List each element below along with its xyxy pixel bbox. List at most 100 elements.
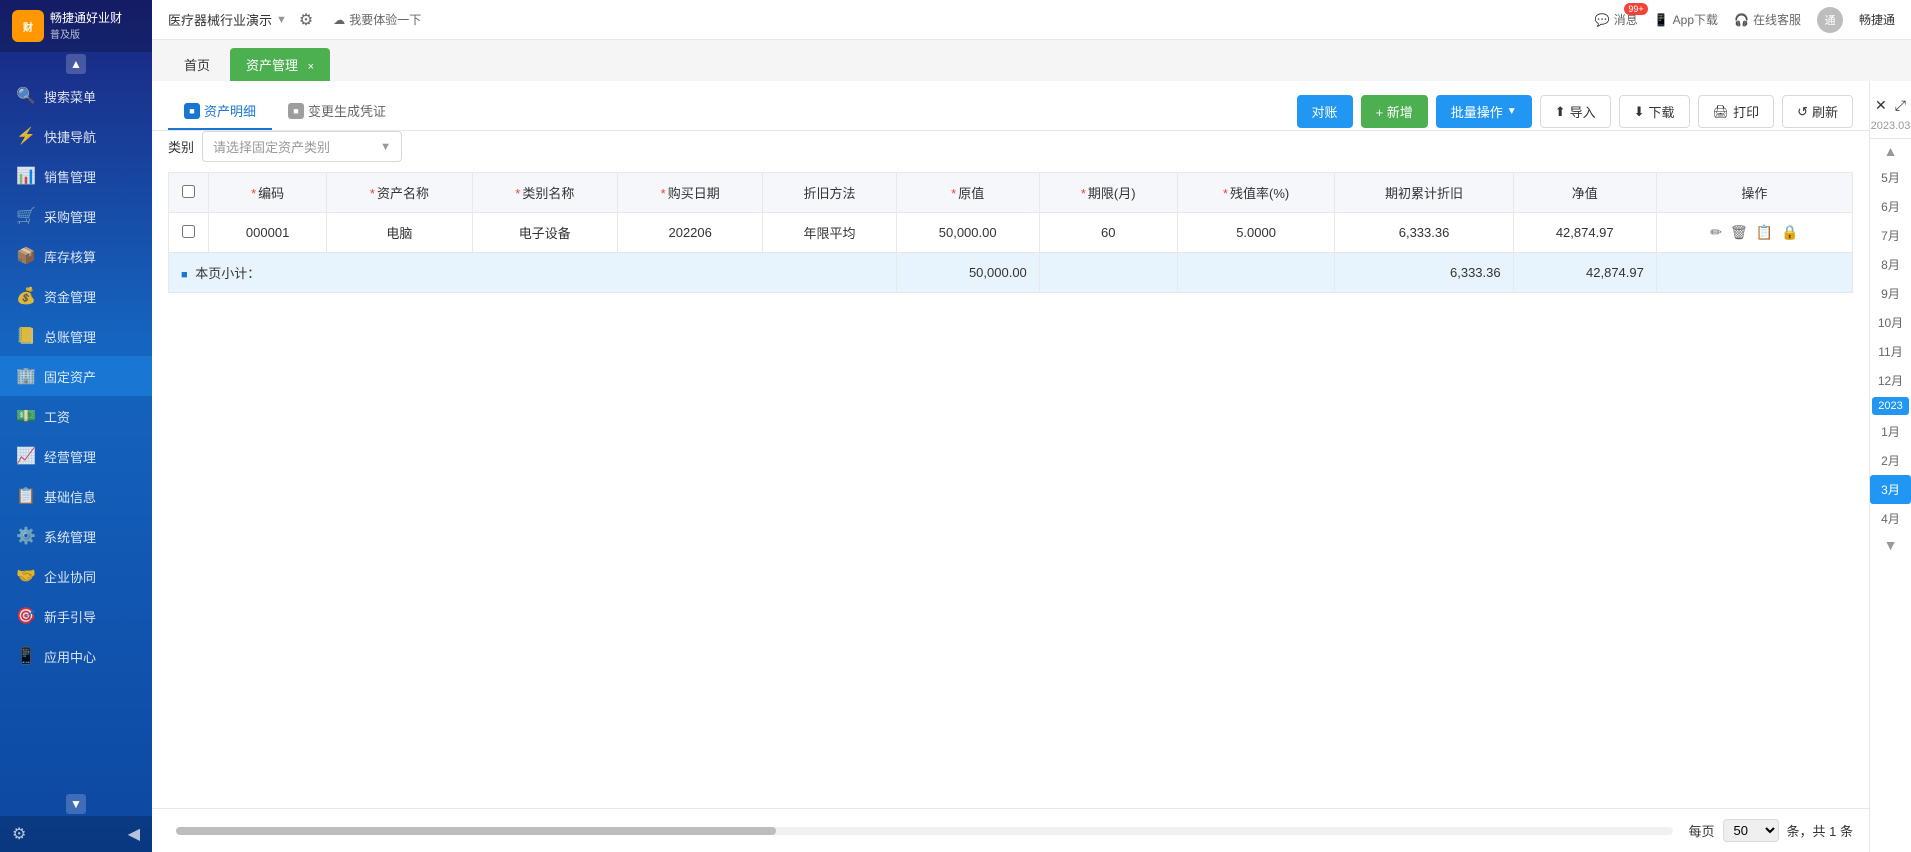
rp-month-10[interactable]: 10月 <box>1870 308 1911 337</box>
cell-original: 50,000.00 <box>896 213 1039 253</box>
quicknav-icon: ⚡ <box>16 126 36 146</box>
sidebar-item-fixed[interactable]: 🏢 固定资产 <box>0 356 152 396</box>
rp-scroll-up-icon[interactable]: ▲ <box>1880 139 1902 163</box>
th-residual-rate: *残值率(%) <box>1177 173 1335 213</box>
page-size-select[interactable]: 50 10 20 100 <box>1723 819 1779 842</box>
message-icon: 💬 <box>1595 13 1610 27</box>
sidebar-item-appstore[interactable]: 📱 应用中心 <box>0 636 152 676</box>
sidebar-item-sales[interactable]: 📊 销售管理 <box>0 156 152 196</box>
toolbar-right: 对账 + 新增 批量操作 ▼ ⬆ 导入 ⬇ 下载 🖨 <box>1297 95 1853 128</box>
subtab-asset-detail[interactable]: ■ 资产明细 <box>168 93 272 130</box>
delete-icon[interactable]: 🗑 <box>1730 224 1748 241</box>
sidebar-item-inventory[interactable]: 📦 库存核算 <box>0 236 152 276</box>
right-panel: ✕ ⤢ 2023.03 ▲ 5月 6月 7月 8月 9月 10月 11月 12月… <box>1869 81 1911 852</box>
sidebar-item-system[interactable]: ⚙️ 系统管理 <box>0 516 152 556</box>
rp-month-3[interactable]: 3月 <box>1870 475 1911 504</box>
logo-icon: 财 <box>12 10 44 42</box>
sidebar-item-ledger[interactable]: 📒 总账管理 <box>0 316 152 356</box>
tab-close-icon[interactable]: × <box>308 61 314 73</box>
message-button[interactable]: 💬 消息 99+ <box>1595 11 1638 28</box>
category-select[interactable]: 请选择固定资产类别 ▼ <box>202 131 402 162</box>
sidebar-item-search[interactable]: 🔍 搜索菜单 <box>0 76 152 116</box>
cell-net-value: 42,874.97 <box>1513 213 1656 253</box>
cell-name: 电脑 <box>327 213 472 253</box>
topbar-settings-icon[interactable]: ⚙ <box>299 10 313 30</box>
rp-month-11[interactable]: 11月 <box>1870 337 1911 366</box>
sidebar-item-basic[interactable]: 📋 基础信息 <box>0 476 152 516</box>
rp-month-5[interactable]: 5月 <box>1870 163 1911 192</box>
collapse-icon[interactable]: ◀ <box>128 824 140 844</box>
th-code: *编码 <box>209 173 327 213</box>
cell-action: ✏ 🗑 📋 🔒 <box>1656 213 1852 253</box>
right-panel-year-label: 2023.03 <box>1871 120 1911 132</box>
right-panel-expand-icon[interactable]: ⤢ <box>1893 95 1908 116</box>
tab-assets[interactable]: 资产管理 × <box>230 48 330 81</box>
rp-month-2[interactable]: 2月 <box>1870 446 1911 475</box>
total-count: 条，共 1 条 <box>1787 821 1853 840</box>
service-icon: 🎧 <box>1734 13 1749 27</box>
rp-month-4[interactable]: 4月 <box>1870 504 1911 533</box>
th-action: 操作 <box>1656 173 1852 213</box>
rp-month-8[interactable]: 8月 <box>1870 250 1911 279</box>
operation-icon: 📈 <box>16 446 36 466</box>
download-button[interactable]: ⬇ 下载 <box>1619 95 1690 128</box>
th-checkbox <box>169 173 209 213</box>
refresh-button[interactable]: ↺ 刷新 <box>1782 95 1853 128</box>
rp-month-6[interactable]: 6月 <box>1870 192 1911 221</box>
batch-button[interactable]: 批量操作 ▼ <box>1436 95 1532 128</box>
filter-row: 类别 请选择固定资产类别 ▼ <box>152 131 1869 172</box>
th-period: *期限(月) <box>1039 173 1177 213</box>
logo-sub: 普及版 <box>50 26 122 41</box>
rp-scroll-down-icon[interactable]: ▼ <box>1880 533 1902 557</box>
sub-tabs: ■ 资产明细 ■ 变更生成凭证 对账 + 新增 批量操作 ▼ ⬆ <box>152 81 1869 131</box>
table-header-row: *编码 *资产名称 *类别名称 *购买日期 折旧方法 *原值 *期限(月) *残… <box>169 173 1853 213</box>
select-all-checkbox[interactable] <box>182 185 195 198</box>
rp-month-9[interactable]: 9月 <box>1870 279 1911 308</box>
sidebar-item-guide[interactable]: 🎯 新手引导 <box>0 596 152 636</box>
service-button[interactable]: 🎧 在线客服 <box>1734 11 1801 28</box>
sidebar-item-collab[interactable]: 🤝 企业协同 <box>0 556 152 596</box>
lock-icon[interactable]: 🔒 <box>1781 224 1798 241</box>
import-icon: ⬆ <box>1555 104 1566 120</box>
tab-home[interactable]: 首页 <box>168 48 226 81</box>
cell-depreciation: 年限平均 <box>763 213 896 253</box>
content-area: ■ 资产明细 ■ 变更生成凭证 对账 + 新增 批量操作 ▼ ⬆ <box>152 81 1911 852</box>
copy-icon[interactable]: 📋 <box>1756 224 1773 241</box>
sidebar-scroll-down[interactable]: ▼ <box>66 794 86 814</box>
subtab-change-voucher[interactable]: ■ 变更生成凭证 <box>272 93 402 130</box>
edit-icon[interactable]: ✏ <box>1710 224 1722 241</box>
experience-button[interactable]: ☁ 我要体验一下 <box>333 11 421 28</box>
rp-month-12[interactable]: 12月 <box>1870 366 1911 395</box>
row-checkbox[interactable] <box>169 213 209 253</box>
username[interactable]: 畅捷通 <box>1859 11 1895 28</box>
company-selector[interactable]: 医疗器械行业演示 ▼ <box>168 10 287 29</box>
appdown-button[interactable]: 📱 App下载 <box>1654 11 1718 28</box>
sidebar-item-quicknav[interactable]: ⚡ 快捷导航 <box>0 116 152 156</box>
sidebar-item-purchase[interactable]: 🛒 采购管理 <box>0 196 152 236</box>
rp-month-7[interactable]: 7月 <box>1870 221 1911 250</box>
right-panel-close-icon[interactable]: ✕ <box>1873 95 1889 116</box>
table-scrollbar[interactable] <box>176 827 1673 835</box>
cloud-icon: ☁ <box>333 13 345 27</box>
system-icon: ⚙️ <box>16 526 36 546</box>
inventory-icon: 📦 <box>16 246 36 266</box>
sidebar-item-salary[interactable]: 💵 工资 <box>0 396 152 436</box>
pagination: 每页 50 10 20 100 条，共 1 条 <box>152 808 1869 852</box>
reconcile-button[interactable]: 对账 <box>1297 95 1353 128</box>
sidebar-item-funds[interactable]: 💰 资金管理 <box>0 276 152 316</box>
settings-icon[interactable]: ⚙ <box>12 824 26 844</box>
cell-purchase-date: 202206 <box>618 213 763 253</box>
add-button[interactable]: + 新增 <box>1361 95 1428 128</box>
asset-detail-icon: ■ <box>184 103 200 119</box>
print-button[interactable]: 🖨 打印 <box>1698 95 1775 128</box>
sales-icon: 📊 <box>16 166 36 186</box>
sidebar-item-operation[interactable]: 📈 经营管理 <box>0 436 152 476</box>
row-select-checkbox[interactable] <box>182 225 195 238</box>
th-accumulated-dep: 期初累计折旧 <box>1335 173 1513 213</box>
ledger-icon: 📒 <box>16 326 36 346</box>
table-container: *编码 *资产名称 *类别名称 *购买日期 折旧方法 *原值 *期限(月) *残… <box>152 172 1869 808</box>
rp-month-1[interactable]: 1月 <box>1870 417 1911 446</box>
content-main: ■ 资产明细 ■ 变更生成凭证 对账 + 新增 批量操作 ▼ ⬆ <box>152 81 1869 852</box>
sidebar-scroll-up[interactable]: ▲ <box>66 54 86 74</box>
import-button[interactable]: ⬆ 导入 <box>1540 95 1611 128</box>
